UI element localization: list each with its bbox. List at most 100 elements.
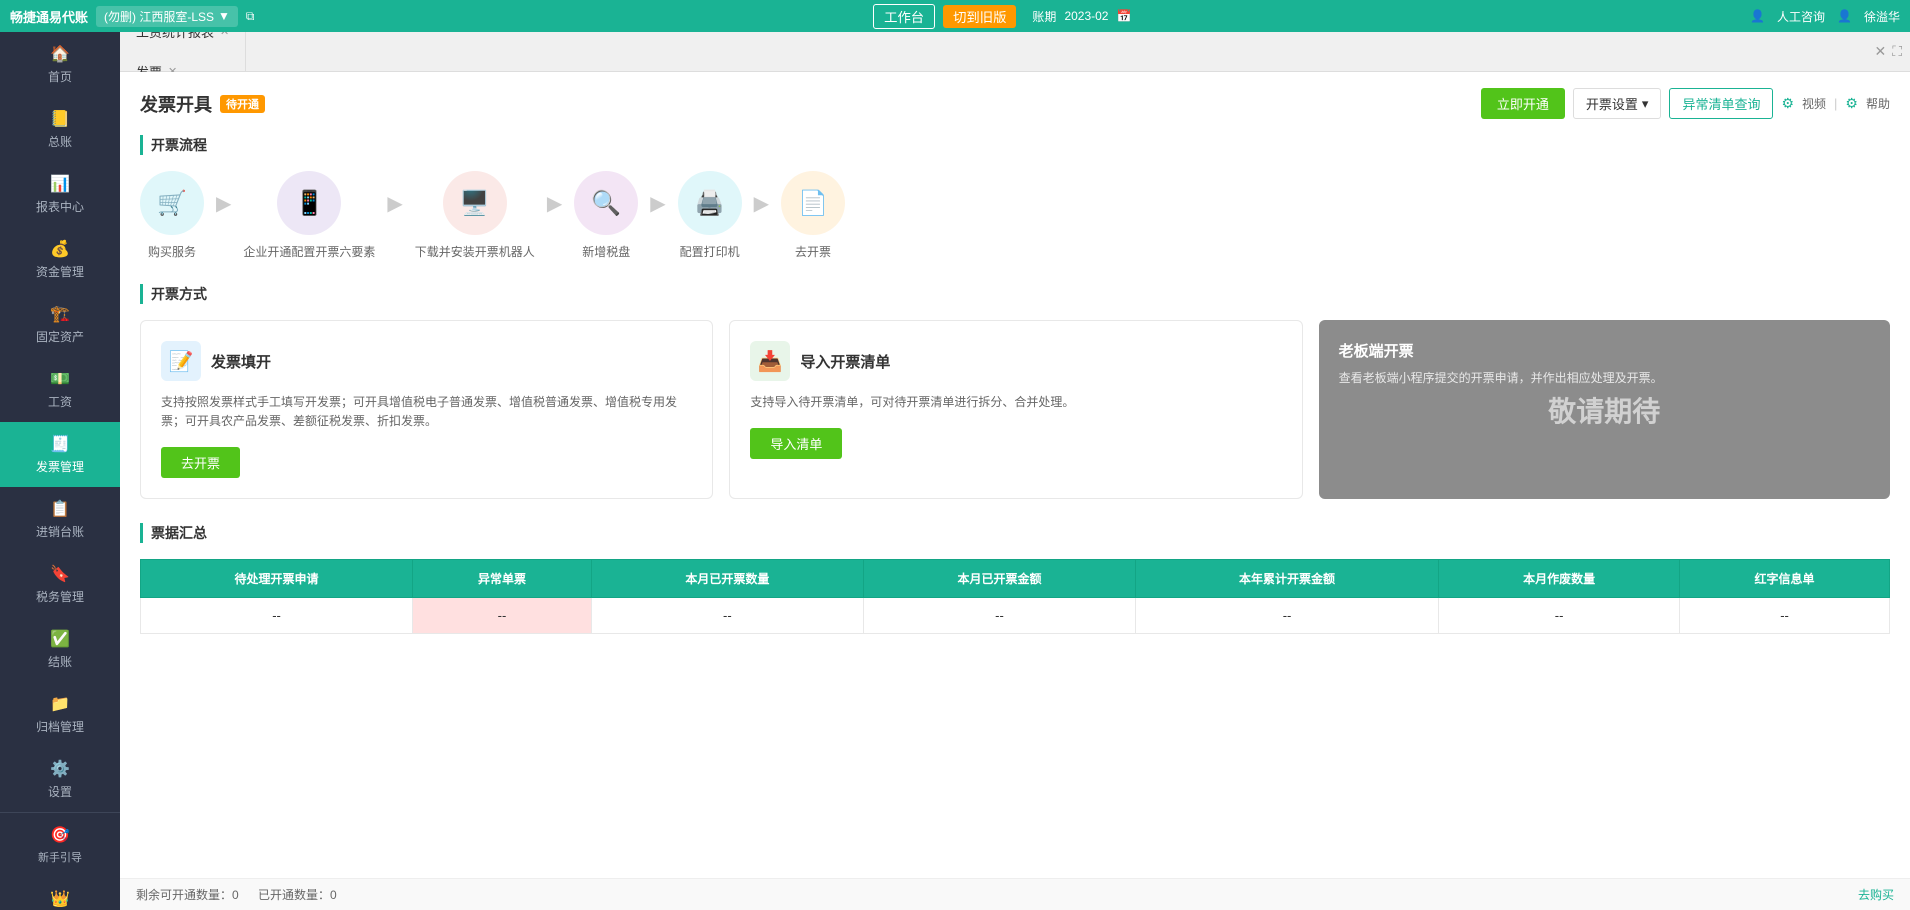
logo: 畅捷通易代账 xyxy=(10,7,88,26)
flow-section-title: 开票流程 xyxy=(140,135,1890,155)
support-label[interactable]: 人工咨询 xyxy=(1777,8,1825,25)
sidebar-icon-8: 🔖 xyxy=(50,564,70,584)
flow-step-2: 🖥️ 下载并安装开票机器人 xyxy=(415,171,535,260)
flow-step-icon-4: 🖨️ xyxy=(678,171,742,235)
period-label: 账期 xyxy=(1032,8,1056,25)
flow-step-label-3: 新增税盘 xyxy=(582,243,630,260)
sidebar-item-首页[interactable]: 🏠首页 xyxy=(0,32,120,97)
fill-invoice-card: 📝 发票填开 支持按照发票样式手工填写开发票；可开具增值税电子普通发票、增值税普… xyxy=(140,320,713,499)
video-icon: ⚙ xyxy=(1781,95,1794,112)
close-tab-icon[interactable]: ✕ xyxy=(1874,43,1886,60)
fill-invoice-card-header: 📝 发票填开 xyxy=(161,341,692,381)
top-bar-center: 工作台 切到旧版 账期 2023-02 📅 xyxy=(873,4,1131,29)
sidebar-item-税务管理[interactable]: 🔖税务管理 xyxy=(0,552,120,617)
help-icon: ⚙ xyxy=(1845,95,1858,112)
sidebar-icon-4: 🏗️ xyxy=(50,304,70,324)
sidebar-icon-3: 💰 xyxy=(50,239,70,259)
old-client-desc: 查看老板端小程序提交的开票申请，并作出相应处理及开票。 xyxy=(1339,369,1870,388)
period-value[interactable]: 2023-02 xyxy=(1064,9,1108,23)
tab-工资统计报表[interactable]: 工资统计报表✕ xyxy=(120,32,246,52)
tab-close-2[interactable]: ✕ xyxy=(220,32,229,38)
old-client-title: 老板端开票 xyxy=(1339,340,1870,361)
sidebar-bottom-item-畅会员[interactable]: 👑畅会员 xyxy=(0,877,120,910)
user-label[interactable]: 徐溢华 xyxy=(1864,8,1900,25)
old-client-card: 老板端开票 查看老板端小程序提交的开票申请，并作出相应处理及开票。 敬请期待 xyxy=(1319,320,1890,499)
import-list-button[interactable]: 导入清单 xyxy=(750,428,842,459)
flow-step-icon-1: 📱 xyxy=(277,171,341,235)
summary-value-3: -- xyxy=(863,598,1135,634)
maximize-icon[interactable]: ⛶ xyxy=(1892,43,1902,60)
summary-section-title: 票据汇总 xyxy=(140,523,1890,543)
buy-link[interactable]: 去购买 xyxy=(1858,886,1894,903)
sidebar-bottom-nav: 🎯新手引导👑畅会员 xyxy=(0,813,120,910)
summary-header-5: 本月作废数量 xyxy=(1439,560,1680,598)
sidebar-item-总账[interactable]: 📒 总账 xyxy=(0,97,120,162)
summary-value-4: -- xyxy=(1135,598,1438,634)
flow-step-3: 🔍 新增税盘 xyxy=(574,171,638,260)
sidebar-icon-11: ⚙️ xyxy=(50,759,70,779)
sidebar-icon-7: 📋 xyxy=(50,499,70,519)
settings-label: 开票设置 xyxy=(1586,94,1638,113)
flow-step-label-1: 企业开通配置开票六要素 xyxy=(243,243,375,260)
flow-step-icon-3: 🔍 xyxy=(574,171,638,235)
goto-invoice-button[interactable]: 去开票 xyxy=(161,447,240,478)
flow-step-icon-0: 🛒 xyxy=(140,171,204,235)
sidebar-item-结账[interactable]: ✅结账 xyxy=(0,617,120,682)
top-bar: 畅捷通易代账 (勿删) 江西服室-LSS ▼ ⧉ 工作台 切到旧版 账期 202… xyxy=(0,0,1910,32)
sidebar-item-固定资产[interactable]: 🏗️ 固定资产 xyxy=(0,292,120,357)
summary-table: 待处理开票申请异常单票本月已开票数量本月已开票金额本年累计开票金额本月作废数量红… xyxy=(140,559,1890,634)
summary-value-6: -- xyxy=(1680,598,1890,634)
sidebar-bottom-item-新手引导[interactable]: 🎯新手引导 xyxy=(0,813,120,877)
support-icon: 👤 xyxy=(1750,9,1765,23)
sidebar-icon-0: 🏠 xyxy=(50,44,70,64)
activate-button[interactable]: 立即开通 xyxy=(1481,88,1565,119)
flow-step-label-5: 去开票 xyxy=(795,243,831,260)
sidebar-item-归档管理[interactable]: 📁归档管理 xyxy=(0,682,120,747)
issue-methods: 📝 发票填开 支持按照发票样式手工填写开发票；可开具增值税电子普通发票、增值税普… xyxy=(140,320,1890,499)
flow-step-icon-5: 📄 xyxy=(781,171,845,235)
help-label[interactable]: 帮助 xyxy=(1866,95,1890,112)
page-header-actions: 立即开通 开票设置 ▾ 异常清单查询 ⚙ 视频 | ⚙ 帮助 xyxy=(1481,88,1890,119)
summary-header-3: 本月已开票金额 xyxy=(863,560,1135,598)
flow-step-5: 📄 去开票 xyxy=(781,171,845,260)
tab-bar-actions: ✕ ⛶ xyxy=(1866,43,1910,60)
flow-step-label-4: 配置打印机 xyxy=(680,243,740,260)
oldver-button[interactable]: 切到旧版 xyxy=(943,5,1016,28)
fill-invoice-title: 发票填开 xyxy=(211,351,271,372)
sidebar-label-4: 固定资产 xyxy=(36,328,84,345)
sidebar-item-资金管理[interactable]: 💰资金管理 xyxy=(0,227,120,292)
sidebar: 🏠首页 📒 总账 📊报表中心💰资金管理 🏗️ 固定资产 💵工资🧾发票管理📋进销台账🔖税务管理… xyxy=(0,32,120,910)
bottom-bar: 剩余可开通数量：0 已开通数量：0 去购买 xyxy=(120,878,1910,910)
sidebar-icon-9: ✅ xyxy=(50,629,70,649)
page-title-text: 发票开具 xyxy=(140,91,212,117)
company-selector[interactable]: (勿删) 江西服室-LSS ▼ xyxy=(96,6,238,27)
used-label: 已开通数量：0 xyxy=(258,888,337,902)
sidebar-item-进销台账[interactable]: 📋进销台账 xyxy=(0,487,120,552)
summary-header-2: 本月已开票数量 xyxy=(591,560,863,598)
flow-step-icon-2: 🖥️ xyxy=(443,171,507,235)
copy-icon[interactable]: ⧉ xyxy=(246,9,255,24)
sidebar-item-发票管理[interactable]: 🧾发票管理 xyxy=(0,422,120,487)
workbench-button[interactable]: 工作台 xyxy=(873,4,935,29)
import-list-title: 导入开票清单 xyxy=(800,351,890,372)
remaining-label: 剩余可开通数量：0 xyxy=(136,888,239,902)
abnormal-query-button[interactable]: 异常清单查询 xyxy=(1669,88,1773,119)
sidebar-item-设置[interactable]: ⚙️设置 xyxy=(0,747,120,812)
sidebar-icon-1: 📒 xyxy=(50,109,70,129)
sidebar-item-工资[interactable]: 💵工资 xyxy=(0,357,120,422)
calendar-icon[interactable]: 📅 xyxy=(1116,9,1131,23)
flow-step-label-0: 购买服务 xyxy=(148,243,196,260)
sidebar-label-5: 工资 xyxy=(48,393,72,410)
top-bar-right: 👤 人工咨询 👤 徐溢华 xyxy=(1750,8,1900,25)
tab-bar: 首页工资表✕工资统计报表✕发票✕发票测算✕发票开具✕ ✕ ⛶ xyxy=(120,32,1910,72)
sidebar-label-1: 总账 xyxy=(48,133,72,150)
content-area: 首页工资表✕工资统计报表✕发票✕发票测算✕发票开具✕ ✕ ⛶ 发票开具 待开通 … xyxy=(120,32,1910,910)
view-label[interactable]: 视频 xyxy=(1802,95,1826,112)
methods-section-title: 开票方式 xyxy=(140,284,1890,304)
sidebar-item-报表中心[interactable]: 📊报表中心 xyxy=(0,162,120,227)
sidebar-bottom-icon-1: 👑 xyxy=(50,889,70,909)
settings-button[interactable]: 开票设置 ▾ xyxy=(1573,88,1662,119)
flow-steps: 🛒 购买服务 ▶ 📱 企业开通配置开票六要素 ▶ 🖥️ 下载并安装开票机器人 ▶… xyxy=(140,171,1890,260)
flow-step-0: 🛒 购买服务 xyxy=(140,171,204,260)
flow-step-4: 🖨️ 配置打印机 xyxy=(678,171,742,260)
